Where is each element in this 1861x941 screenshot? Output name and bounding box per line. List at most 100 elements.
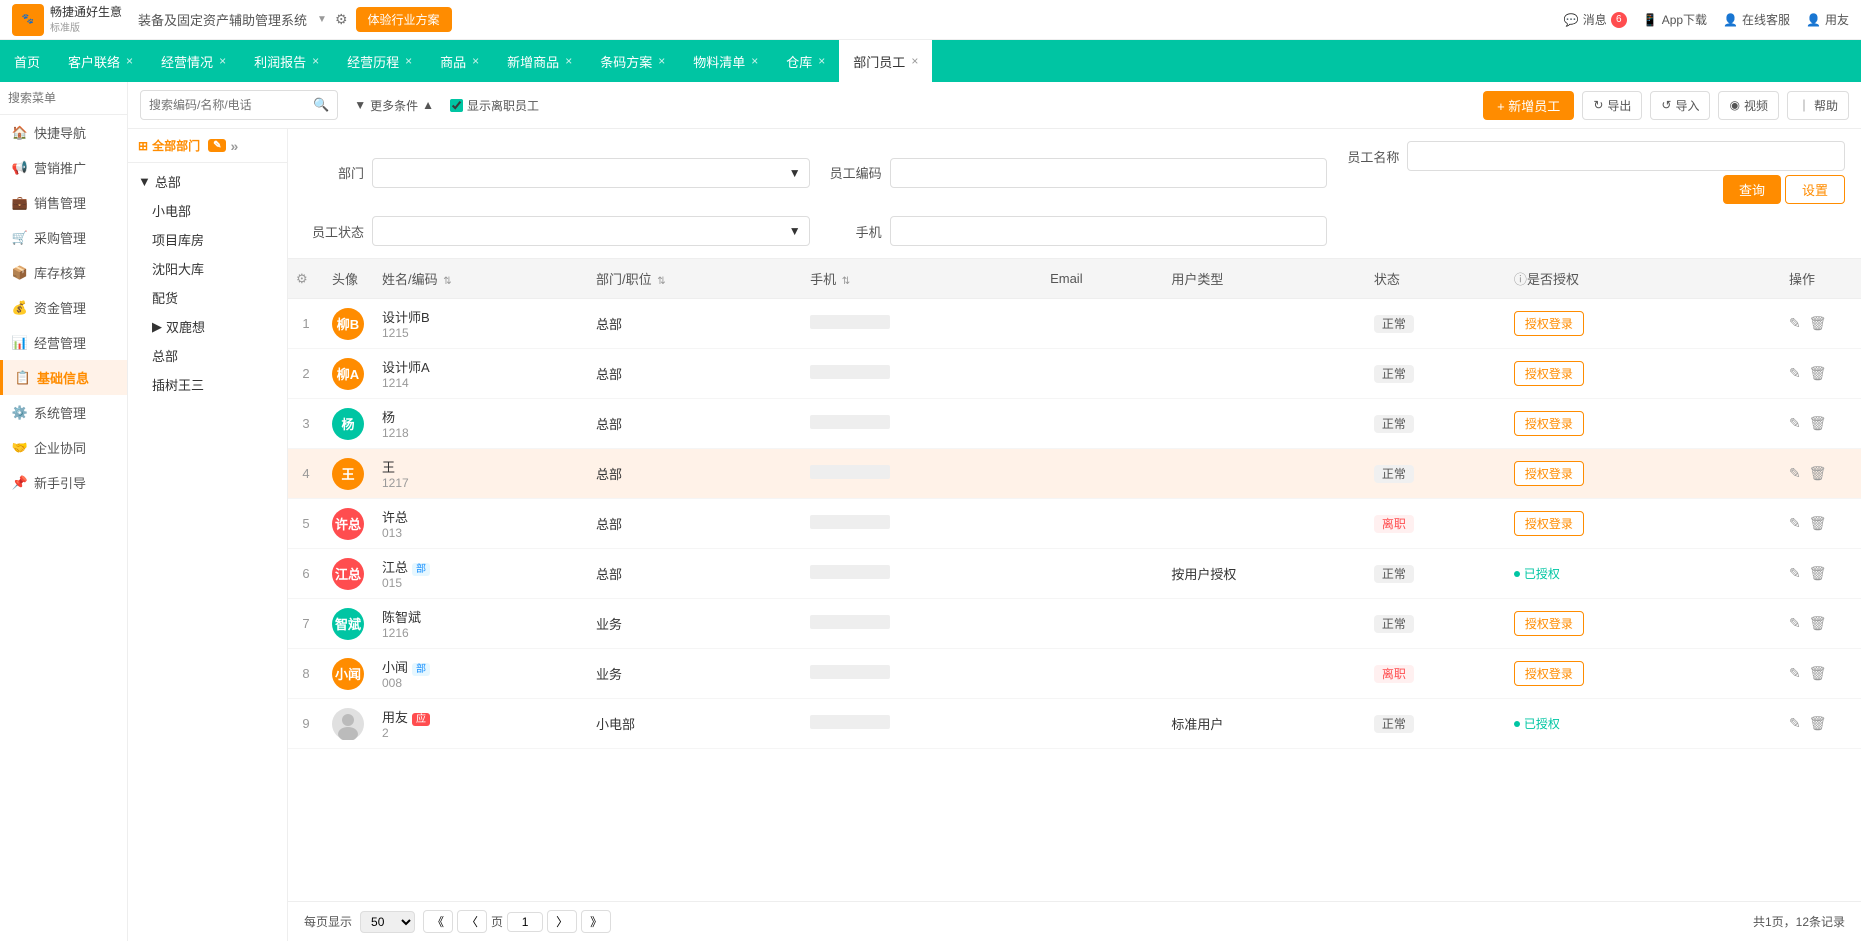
nav-close-dept[interactable]: × (911, 54, 918, 68)
dept-node-distribution[interactable]: 配货 (128, 283, 287, 312)
view-button[interactable]: ◉ 视频 (1718, 91, 1779, 120)
dept-node-project-room[interactable]: 项目库房 (128, 225, 287, 254)
nav-close-operation[interactable]: × (219, 54, 226, 68)
sidebar-search-input[interactable] (8, 91, 128, 105)
search-input[interactable] (149, 98, 309, 112)
dept-node-shenyang[interactable]: 沈阳大库 (128, 254, 287, 283)
delete-icon[interactable]: 🗑 (1809, 465, 1827, 482)
show-resigned-checkbox[interactable] (450, 99, 463, 112)
help-button[interactable]: ｜ 帮助 (1787, 91, 1849, 120)
sidebar-item-purchase[interactable]: 🛒 采购管理 (0, 220, 127, 255)
nav-item-home[interactable]: 首页 (0, 40, 54, 82)
user-menu-button[interactable]: 👤 用友 (1806, 11, 1849, 28)
first-page-button[interactable]: 《 (423, 910, 453, 933)
col-gear[interactable]: ⚙ (288, 259, 324, 299)
dept-node-root[interactable]: ▼ 总部 (128, 167, 287, 196)
edit-icon[interactable]: ✎ (1789, 465, 1801, 482)
nav-item-new-goods[interactable]: 新增商品× (493, 40, 586, 82)
edit-icon[interactable]: ✎ (1789, 515, 1801, 532)
nav-item-operation[interactable]: 经营情况× (147, 40, 240, 82)
nav-item-profit[interactable]: 利润报告× (240, 40, 333, 82)
sidebar-item-marketing[interactable]: 📢 营销推广 (0, 150, 127, 185)
auth-login-button[interactable]: 授权登录 (1514, 461, 1584, 486)
reset-button[interactable]: 设置 (1785, 175, 1845, 204)
dept-filter-select[interactable]: ▼ (372, 158, 810, 188)
nav-item-warehouse[interactable]: 仓库× (772, 40, 839, 82)
add-employee-button[interactable]: + 新增员工 (1483, 91, 1574, 120)
phone-sort-icon[interactable]: ⇅ (842, 276, 850, 287)
edit-icon[interactable]: ✎ (1789, 615, 1801, 632)
delete-icon[interactable]: 🗑 (1809, 515, 1827, 532)
dept-node-headquarters[interactable]: 总部 (128, 341, 287, 370)
page-number-input[interactable] (507, 912, 543, 932)
emp-status-select[interactable]: ▼ (372, 216, 810, 246)
nav-item-customer[interactable]: 客户联络× (54, 40, 147, 82)
nav-item-barcode[interactable]: 条码方案× (586, 40, 679, 82)
dept-edit-icon[interactable]: ✎ (208, 139, 226, 152)
more-filter-button[interactable]: ▼ 更多条件 ▲ (346, 93, 442, 118)
col-name[interactable]: 姓名/编码 ⇅ (374, 259, 588, 299)
last-page-button[interactable]: 》 (581, 910, 611, 933)
export-button[interactable]: ↻ 导出 (1582, 91, 1642, 120)
sidebar-item-system[interactable]: ⚙️ 系统管理 (0, 395, 127, 430)
sidebar-item-finance[interactable]: 💰 资金管理 (0, 290, 127, 325)
dept-node-shuanglu[interactable]: ▶ 双鹿想 (128, 312, 287, 341)
page-size-select[interactable]: 50 100 (360, 911, 415, 933)
messages-button[interactable]: 💬 消息 6 (1564, 11, 1627, 28)
sidebar-item-sales[interactable]: 💼 销售管理 (0, 185, 127, 220)
nav-item-material[interactable]: 物料清单× (679, 40, 772, 82)
prev-page-button[interactable]: 〈 (457, 910, 487, 933)
auth-login-button[interactable]: 授权登录 (1514, 361, 1584, 386)
dept-node-chashuwang[interactable]: 插树王三 (128, 370, 287, 399)
emp-code-input[interactable] (890, 158, 1328, 188)
edit-icon[interactable]: ✎ (1789, 365, 1801, 382)
phone-input[interactable] (890, 216, 1328, 246)
auth-login-button[interactable]: 授权登录 (1514, 611, 1584, 636)
import-button[interactable]: ↺ 导入 (1650, 91, 1710, 120)
nav-close-barcode[interactable]: × (658, 54, 665, 68)
dept-collapse-icon[interactable]: » (230, 138, 238, 154)
dept-node-small-elec[interactable]: 小电部 (128, 196, 287, 225)
nav-close-new-goods[interactable]: × (565, 54, 572, 68)
edit-icon[interactable]: ✎ (1789, 665, 1801, 682)
delete-icon[interactable]: 🗑 (1809, 665, 1827, 682)
nav-close-material[interactable]: × (751, 54, 758, 68)
nav-close-customer[interactable]: × (126, 54, 133, 68)
sidebar-item-collab[interactable]: 🤝 企业协同 (0, 430, 127, 465)
delete-icon[interactable]: 🗑 (1809, 365, 1827, 382)
show-resigned-checkbox-label[interactable]: 显示离职员工 (450, 97, 539, 114)
app-download-button[interactable]: 📱 App下载 (1643, 11, 1707, 28)
auth-login-button[interactable]: 授权登录 (1514, 411, 1584, 436)
dept-sort-icon[interactable]: ⇅ (657, 276, 665, 287)
auth-login-button[interactable]: 授权登录 (1514, 661, 1584, 686)
nav-item-goods[interactable]: 商品× (426, 40, 493, 82)
emp-name-input[interactable] (1407, 141, 1845, 171)
col-dept[interactable]: 部门/职位 ⇅ (588, 259, 802, 299)
edit-icon[interactable]: ✎ (1789, 565, 1801, 582)
delete-icon[interactable]: 🗑 (1809, 615, 1827, 632)
nav-item-history[interactable]: 经营历程× (333, 40, 426, 82)
sidebar-item-inventory[interactable]: 📦 库存核算 (0, 255, 127, 290)
sidebar-item-nav[interactable]: 🏠 快捷导航 (0, 115, 127, 150)
col-phone[interactable]: 手机 ⇅ (802, 259, 1042, 299)
delete-icon[interactable]: 🗑 (1809, 715, 1827, 732)
auth-login-button[interactable]: 授权登录 (1514, 511, 1584, 536)
sidebar-item-guide[interactable]: 📌 新手引导 (0, 465, 127, 500)
query-button[interactable]: 查询 (1723, 175, 1781, 204)
name-sort-icon[interactable]: ⇅ (443, 276, 451, 287)
delete-icon[interactable]: 🗑 (1809, 415, 1827, 432)
trial-button[interactable]: 体验行业方案 (356, 7, 452, 32)
nav-close-profit[interactable]: × (312, 54, 319, 68)
edit-icon[interactable]: ✎ (1789, 315, 1801, 332)
sidebar-item-operation-mgmt[interactable]: 📊 经营管理 (0, 325, 127, 360)
edit-icon[interactable]: ✎ (1789, 415, 1801, 432)
nav-item-dept[interactable]: 部门员工× (839, 40, 932, 82)
next-page-button[interactable]: 〉 (547, 910, 577, 933)
nav-close-warehouse[interactable]: × (818, 54, 825, 68)
nav-close-goods[interactable]: × (472, 54, 479, 68)
system-title-dropdown-icon[interactable]: ▼ (317, 14, 327, 25)
auth-login-button[interactable]: 授权登录 (1514, 311, 1584, 336)
settings-icon[interactable]: ⚙ (335, 11, 348, 28)
edit-icon[interactable]: ✎ (1789, 715, 1801, 732)
online-service-button[interactable]: 👤 在线客服 (1723, 11, 1790, 28)
